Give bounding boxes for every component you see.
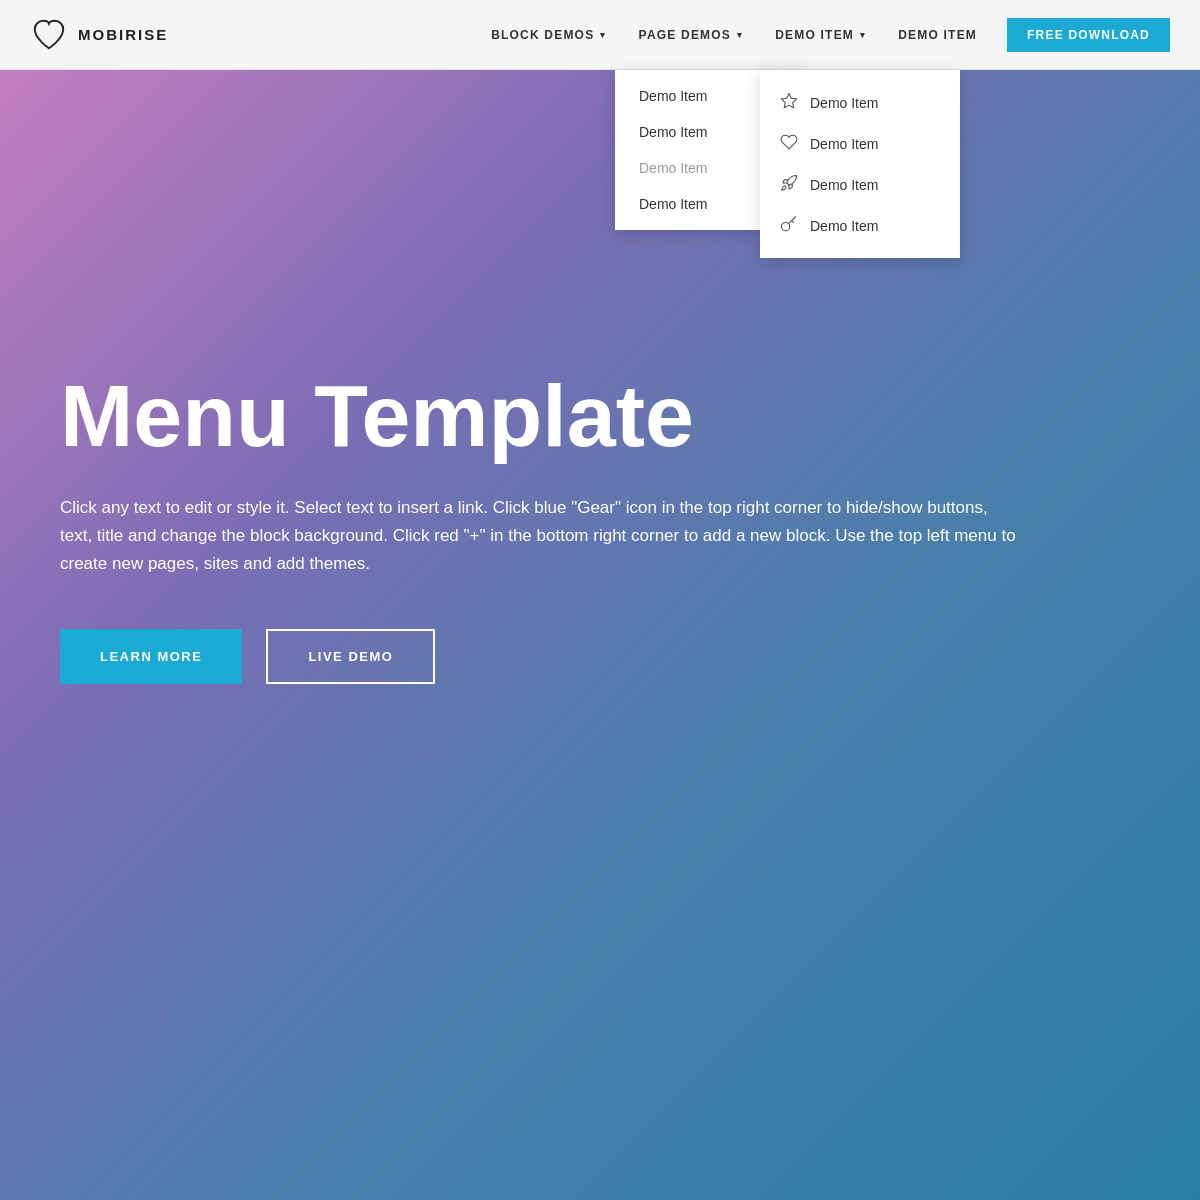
free-download-button[interactable]: FREE DOWNLOAD [1007, 18, 1170, 52]
nav-item-demo-item-1[interactable]: DEMO ITEM ▾ [763, 20, 878, 50]
submenu-item-1[interactable]: Demo Item [760, 82, 960, 123]
submenu-item-1-label: Demo Item [810, 95, 878, 111]
chevron-down-icon: ▾ [737, 30, 743, 40]
submenu-item-2-label: Demo Item [810, 136, 878, 152]
svg-point-1 [782, 223, 790, 231]
block-demos-label: BLOCK DEMOS [491, 28, 594, 42]
submenu-item-4[interactable]: Demo Item [760, 205, 960, 246]
dropdown-item-2-label: Demo Item [639, 124, 707, 140]
heart-icon [780, 133, 798, 154]
nav-menu: BLOCK DEMOS ▾ PAGE DEMOS ▾ DEMO ITEM ▾ D… [479, 18, 1170, 52]
nav-item-demo-item-2[interactable]: DEMO ITEM [886, 20, 989, 50]
heart-logo-icon [30, 16, 68, 54]
page-demos-label: PAGE DEMOS [639, 28, 731, 42]
hero-section: Menu Template Click any text to edit or … [0, 70, 1200, 1200]
submenu-item-4-label: Demo Item [810, 218, 878, 234]
key-icon [780, 215, 798, 236]
nav-item-block-demos[interactable]: BLOCK DEMOS ▾ [479, 20, 618, 50]
brand[interactable]: MOBIRISE [30, 16, 168, 54]
dropdown-item-4-label: Demo Item [639, 196, 707, 212]
nav-item-page-demos[interactable]: PAGE DEMOS ▾ [627, 20, 756, 50]
submenu: Demo Item Demo Item Demo Item [760, 70, 960, 258]
rocket-icon [780, 174, 798, 195]
hero-description: Click any text to edit or style it. Sele… [60, 494, 1020, 578]
dropdown-item-1-label: Demo Item [639, 88, 707, 104]
brand-name: MOBIRISE [78, 26, 168, 43]
chevron-down-icon: ▾ [860, 30, 866, 40]
submenu-item-3-label: Demo Item [810, 177, 878, 193]
live-demo-button[interactable]: LIVE DEMO [266, 629, 435, 684]
chevron-down-icon: ▾ [600, 30, 606, 40]
submenu-item-2[interactable]: Demo Item [760, 123, 960, 164]
hero-title: Menu Template [60, 370, 760, 462]
dropdown-item-3-label: Demo Item [639, 160, 707, 176]
learn-more-button[interactable]: LEARN MORE [60, 629, 242, 684]
demo-item-1-label: DEMO ITEM [775, 28, 854, 42]
svg-marker-0 [782, 94, 797, 108]
navbar: MOBIRISE BLOCK DEMOS ▾ PAGE DEMOS ▾ DEMO… [0, 0, 1200, 70]
star-icon [780, 92, 798, 113]
submenu-item-3[interactable]: Demo Item [760, 164, 960, 205]
demo-item-2-label: DEMO ITEM [898, 28, 977, 42]
hero-buttons: LEARN MORE LIVE DEMO [60, 629, 1140, 684]
